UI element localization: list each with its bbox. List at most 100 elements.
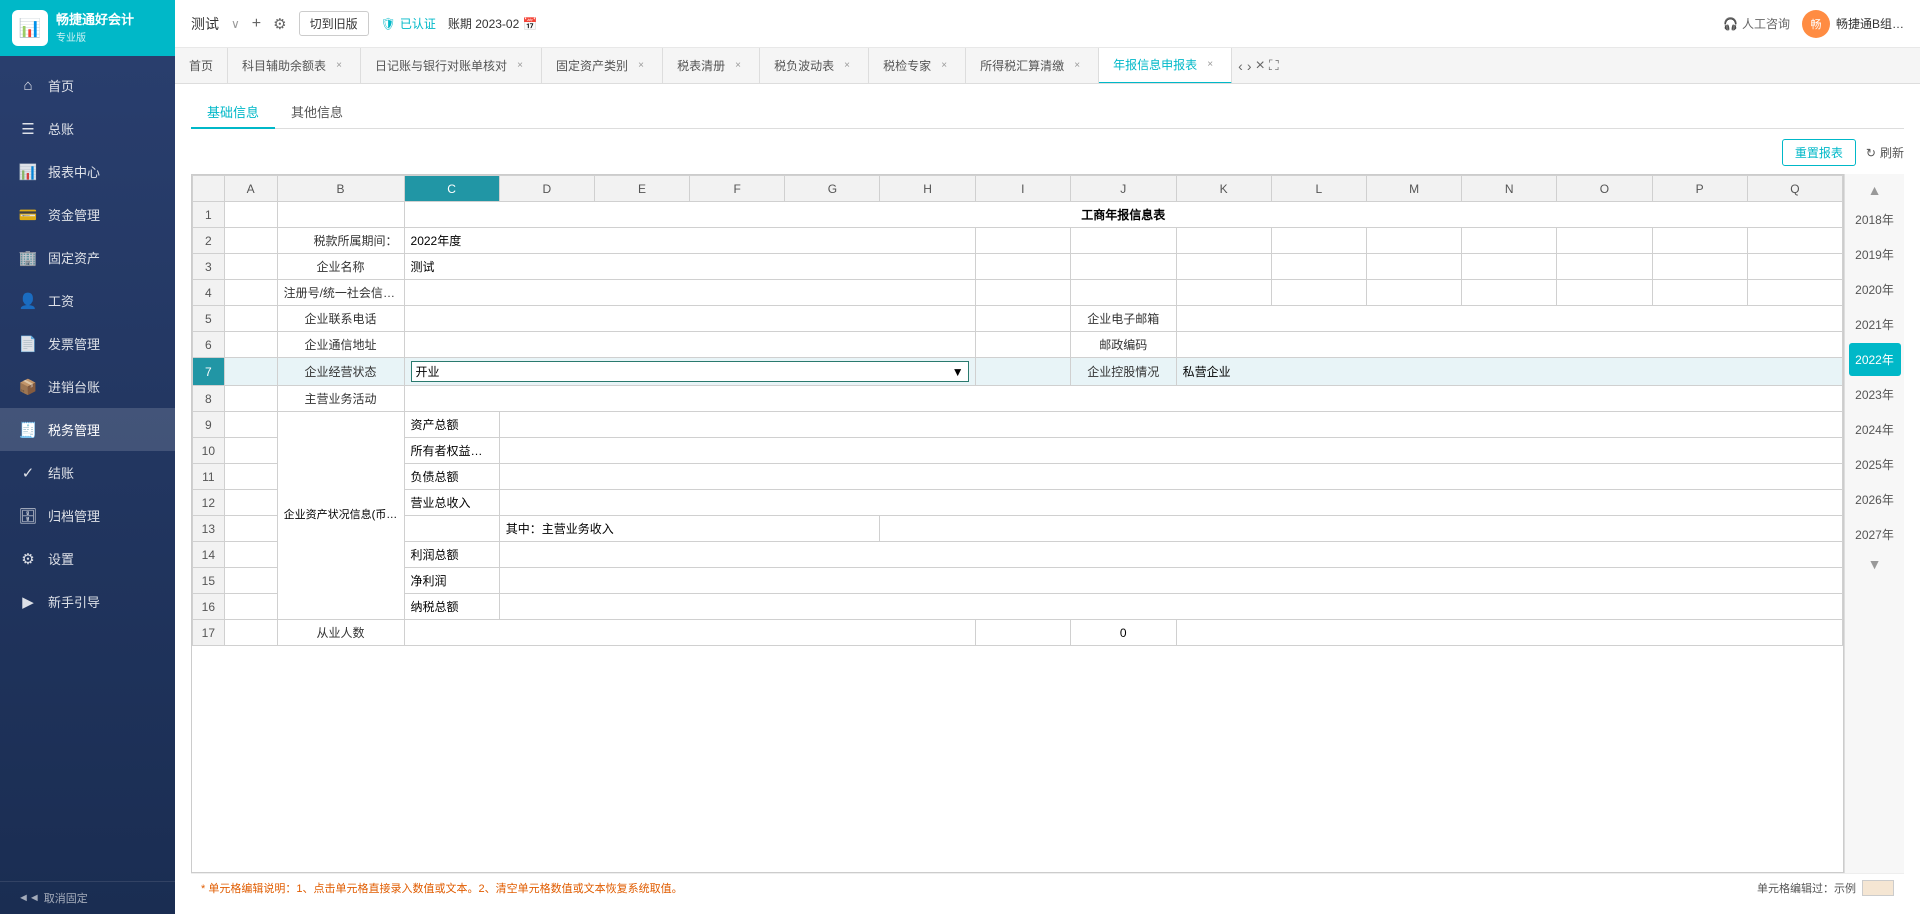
cell-2-k[interactable] — [1176, 228, 1271, 254]
year-item-2020[interactable]: 2020年 — [1849, 273, 1901, 306]
dropdown-field[interactable]: 开业 ▼ — [411, 361, 969, 382]
tab-fixed-cat[interactable]: 固定资产类别 × — [542, 48, 663, 84]
col-header-g[interactable]: G — [785, 176, 880, 202]
sidebar-item-fixed-assets[interactable]: 🏢 固定资产 — [0, 236, 175, 279]
cell-11-c[interactable]: 负债总额 — [404, 464, 499, 490]
col-header-l[interactable]: L — [1271, 176, 1366, 202]
cell-13-a[interactable] — [224, 516, 277, 542]
row-header-10[interactable]: 10 — [193, 438, 225, 464]
year-item-2022[interactable]: 2022年 — [1849, 343, 1901, 376]
cell-2-o[interactable] — [1557, 228, 1652, 254]
cell-7-i[interactable] — [975, 358, 1070, 386]
cell-5-b[interactable]: 企业联系电话 — [277, 306, 404, 332]
tab-close-icon[interactable]: × — [937, 59, 951, 73]
cell-5-i[interactable] — [975, 306, 1070, 332]
cell-1-title[interactable]: 工商年报信息表 — [404, 202, 1842, 228]
spreadsheet[interactable]: A B C D E F G H I J K L — [191, 174, 1844, 873]
expand-icon[interactable]: ⛶ — [1269, 57, 1279, 74]
cell-7-a[interactable] — [224, 358, 277, 386]
cell-17-j[interactable]: 0 — [1070, 620, 1176, 646]
year-item-2023[interactable]: 2023年 — [1849, 378, 1901, 411]
cell-17-b[interactable]: 从业人数 — [277, 620, 404, 646]
cell-6-c[interactable] — [404, 332, 975, 358]
cell-4-l[interactable] — [1271, 280, 1366, 306]
cell-6-k[interactable] — [1176, 332, 1842, 358]
sidebar-item-purchase-sale[interactable]: 📦 进销台账 — [0, 365, 175, 408]
cell-10-c[interactable]: 所有者权益合计 — [404, 438, 499, 464]
sidebar-item-tax[interactable]: 🧾 税务管理 — [0, 408, 175, 451]
cell-3-a[interactable] — [224, 254, 277, 280]
cell-6-j[interactable]: 邮政编码 — [1070, 332, 1176, 358]
cell-15-c[interactable]: 净利润 — [404, 568, 499, 594]
cell-12-c[interactable]: 营业总收入 — [404, 490, 499, 516]
tab-close-icon[interactable]: × — [840, 59, 854, 73]
cell-1-b[interactable] — [277, 202, 404, 228]
cell-15-d[interactable] — [499, 568, 1842, 594]
consult-button[interactable]: 🎧 人工咨询 — [1723, 15, 1790, 32]
cell-16-d[interactable] — [499, 594, 1842, 620]
col-header-j[interactable]: J — [1070, 176, 1176, 202]
col-header-q[interactable]: Q — [1747, 176, 1842, 202]
cell-13-c[interactable] — [404, 516, 499, 542]
tab-aux[interactable]: 科目辅助余额表 × — [228, 48, 361, 84]
row-header-7[interactable]: 7 — [193, 358, 225, 386]
cell-1-a[interactable] — [224, 202, 277, 228]
year-item-2026[interactable]: 2026年 — [1849, 483, 1901, 516]
cell-3-m[interactable] — [1366, 254, 1461, 280]
year-item-2019[interactable]: 2019年 — [1849, 238, 1901, 271]
cell-17-i[interactable] — [975, 620, 1070, 646]
add-tab-button[interactable]: + — [252, 15, 261, 33]
cell-2-n[interactable] — [1462, 228, 1557, 254]
tab-tax-wave[interactable]: 税负波动表 × — [760, 48, 869, 84]
row-header-11[interactable]: 11 — [193, 464, 225, 490]
sidebar-item-ledger[interactable]: ☰ 总账 — [0, 107, 175, 150]
cell-3-o[interactable] — [1557, 254, 1652, 280]
col-header-d[interactable]: D — [499, 176, 594, 202]
cell-3-c[interactable]: 测试 — [404, 254, 975, 280]
cell-17-c[interactable] — [404, 620, 975, 646]
year-scroll-up-icon[interactable]: ▲ — [1864, 178, 1886, 202]
year-item-2021[interactable]: 2021年 — [1849, 308, 1901, 341]
sidebar-item-home[interactable]: ⌂ 首页 — [0, 64, 175, 107]
cell-8-c[interactable] — [404, 386, 1842, 412]
tab-tax-list[interactable]: 税表清册 × — [663, 48, 760, 84]
tab-income-tax[interactable]: 所得税汇算清缴 × — [966, 48, 1099, 84]
dropdown-chevron-icon[interactable]: ∨ — [231, 17, 240, 31]
cell-7-k[interactable]: 私营企业 — [1176, 358, 1842, 386]
row-header-3[interactable]: 3 — [193, 254, 225, 280]
cell-4-a[interactable] — [224, 280, 277, 306]
cell-4-p[interactable] — [1652, 280, 1747, 306]
cell-4-m[interactable] — [1366, 280, 1461, 306]
cell-9-c[interactable]: 资产总额 — [404, 412, 499, 438]
cell-2-j[interactable] — [1070, 228, 1176, 254]
cell-3-p[interactable] — [1652, 254, 1747, 280]
cell-2-b[interactable]: 税款所属期间： — [277, 228, 404, 254]
col-header-n[interactable]: N — [1462, 176, 1557, 202]
cell-7-j[interactable]: 企业控股情况 — [1070, 358, 1176, 386]
cell-14-a[interactable] — [224, 542, 277, 568]
cell-15-a[interactable] — [224, 568, 277, 594]
refresh-button[interactable]: ↻ 刷新 — [1866, 144, 1904, 161]
cell-3-b[interactable]: 企业名称 — [277, 254, 404, 280]
cell-3-i[interactable] — [975, 254, 1070, 280]
cell-17-a[interactable] — [224, 620, 277, 646]
cell-5-k[interactable] — [1176, 306, 1842, 332]
sidebar-item-invoice[interactable]: 📄 发票管理 — [0, 322, 175, 365]
cell-4-j[interactable] — [1070, 280, 1176, 306]
sidebar-item-close[interactable]: ✓ 结账 — [0, 451, 175, 494]
cell-2-i[interactable] — [975, 228, 1070, 254]
row-header-16[interactable]: 16 — [193, 594, 225, 620]
year-item-2024[interactable]: 2024年 — [1849, 413, 1901, 446]
col-header-c[interactable]: C — [404, 176, 499, 202]
cell-13-d[interactable]: 其中：主营业务收入 — [499, 516, 880, 542]
row-header-6[interactable]: 6 — [193, 332, 225, 358]
cell-6-b[interactable]: 企业通信地址 — [277, 332, 404, 358]
cell-13-h[interactable] — [880, 516, 1843, 542]
sub-tab-other[interactable]: 其他信息 — [275, 96, 359, 129]
year-scroll-down-icon[interactable]: ▼ — [1864, 552, 1886, 576]
cell-11-d[interactable] — [499, 464, 1842, 490]
cell-9-a[interactable] — [224, 412, 277, 438]
cell-10-a[interactable] — [224, 438, 277, 464]
row-header-15[interactable]: 15 — [193, 568, 225, 594]
sidebar-item-settings[interactable]: ⚙ 设置 — [0, 537, 175, 580]
